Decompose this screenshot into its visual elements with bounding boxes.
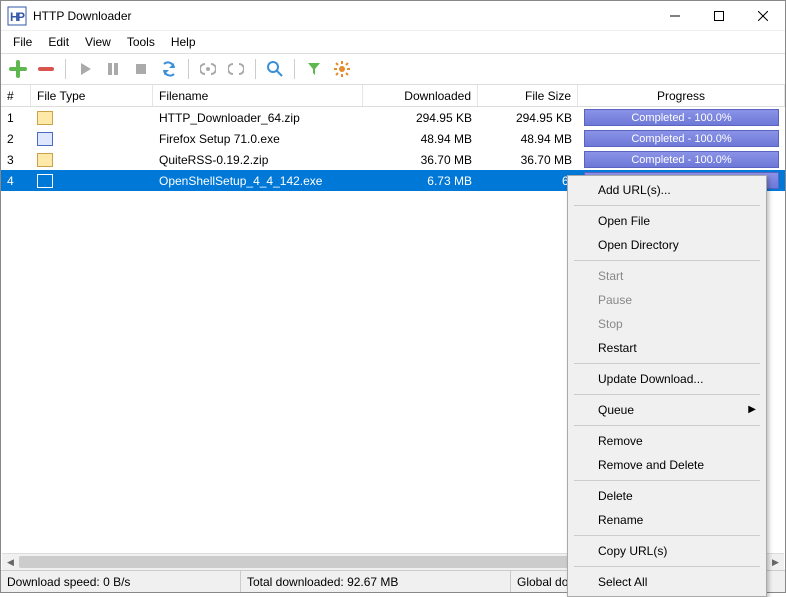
ctx-copy-urls[interactable]: Copy URL(s) [570,539,764,563]
toolbar-separator [188,59,189,79]
row-progress: Completed - 100.0% [578,109,785,126]
row-filename: OpenShellSetup_4_4_142.exe [153,174,363,188]
ctx-stop: Stop [570,312,764,336]
menubar: File Edit View Tools Help [1,31,785,53]
ctx-start: Start [570,264,764,288]
minimize-button[interactable] [653,1,697,31]
menu-view[interactable]: View [77,33,119,51]
ctx-open-file[interactable]: Open File [570,209,764,233]
row-number: 4 [1,174,31,188]
bracket-left-icon[interactable] [195,56,221,82]
ctx-remove[interactable]: Remove [570,429,764,453]
row-filename: Firefox Setup 71.0.exe [153,132,363,146]
ctx-separator [574,480,760,481]
toolbar [1,53,785,85]
row-filesize: 294.95 KB [478,111,578,125]
context-menu: Add URL(s)... Open File Open Directory S… [567,175,767,597]
add-button[interactable] [5,56,31,82]
row-filename: HTTP_Downloader_64.zip [153,111,363,125]
chevron-right-icon: ▶ [748,404,756,415]
ctx-separator [574,425,760,426]
menu-file[interactable]: File [5,33,40,51]
pause-button[interactable] [100,56,126,82]
column-headers: # File Type Filename Downloaded File Siz… [1,85,785,107]
row-filetype [31,132,153,146]
ctx-separator [574,260,760,261]
filetype-icon [37,111,53,125]
row-filetype [31,111,153,125]
progress-bar: Completed - 100.0% [584,151,779,168]
ctx-select-all[interactable]: Select All [570,570,764,594]
status-download-speed: Download speed: 0 B/s [1,571,241,592]
toolbar-separator [255,59,256,79]
ctx-update-download[interactable]: Update Download... [570,367,764,391]
status-total-downloaded: Total downloaded: 92.67 MB [241,571,511,592]
filetype-icon [37,132,53,146]
row-filesize: 48.94 MB [478,132,578,146]
table-row[interactable]: 1HTTP_Downloader_64.zip294.95 KB294.95 K… [1,107,785,128]
col-header-filename[interactable]: Filename [153,85,363,106]
window-title: HTTP Downloader [33,9,653,23]
refresh-button[interactable] [156,56,182,82]
row-filename: QuiteRSS-0.19.2.zip [153,153,363,167]
app-icon: HP [7,6,27,26]
bracket-right-icon[interactable] [223,56,249,82]
ctx-separator [574,535,760,536]
filetype-icon [37,153,53,167]
progress-bar: Completed - 100.0% [584,130,779,147]
filter-button[interactable] [301,56,327,82]
col-header-number[interactable]: # [1,85,31,106]
progress-bar: Completed - 100.0% [584,109,779,126]
filetype-icon [37,174,53,188]
toolbar-separator [65,59,66,79]
ctx-open-directory[interactable]: Open Directory [570,233,764,257]
toolbar-separator [294,59,295,79]
ctx-separator [574,566,760,567]
maximize-button[interactable] [697,1,741,31]
ctx-separator [574,363,760,364]
ctx-restart[interactable]: Restart [570,336,764,360]
row-number: 3 [1,153,31,167]
col-header-downloaded[interactable]: Downloaded [363,85,478,106]
menu-edit[interactable]: Edit [40,33,77,51]
table-row[interactable]: 2Firefox Setup 71.0.exe48.94 MB48.94 MBC… [1,128,785,149]
settings-button[interactable] [329,56,355,82]
row-progress: Completed - 100.0% [578,151,785,168]
col-header-filesize[interactable]: File Size [478,85,578,106]
row-filetype [31,174,153,188]
remove-button[interactable] [33,56,59,82]
row-downloaded: 36.70 MB [363,153,478,167]
close-button[interactable] [741,1,785,31]
titlebar: HP HTTP Downloader [1,1,785,31]
ctx-queue-label: Queue [598,403,634,417]
row-filesize: 6. [478,174,578,188]
ctx-remove-delete[interactable]: Remove and Delete [570,453,764,477]
row-downloaded: 6.73 MB [363,174,478,188]
col-header-filetype[interactable]: File Type [31,85,153,106]
row-progress: Completed - 100.0% [578,130,785,147]
col-header-progress[interactable]: Progress [578,85,785,106]
ctx-separator [574,394,760,395]
row-filetype [31,153,153,167]
row-filesize: 36.70 MB [478,153,578,167]
row-downloaded: 294.95 KB [363,111,478,125]
play-button[interactable] [72,56,98,82]
table-row[interactable]: 3QuiteRSS-0.19.2.zip36.70 MB36.70 MBComp… [1,149,785,170]
menu-help[interactable]: Help [163,33,204,51]
ctx-pause: Pause [570,288,764,312]
search-button[interactable] [262,56,288,82]
scroll-right-button[interactable]: ▶ [767,554,784,571]
ctx-queue[interactable]: Queue ▶ [570,398,764,422]
svg-text:P: P [17,10,25,24]
row-number: 1 [1,111,31,125]
menu-tools[interactable]: Tools [119,33,163,51]
row-number: 2 [1,132,31,146]
ctx-rename[interactable]: Rename [570,508,764,532]
ctx-separator [574,205,760,206]
row-downloaded: 48.94 MB [363,132,478,146]
scroll-left-button[interactable]: ◀ [2,554,19,571]
ctx-add-urls[interactable]: Add URL(s)... [570,178,764,202]
ctx-delete[interactable]: Delete [570,484,764,508]
stop-button[interactable] [128,56,154,82]
